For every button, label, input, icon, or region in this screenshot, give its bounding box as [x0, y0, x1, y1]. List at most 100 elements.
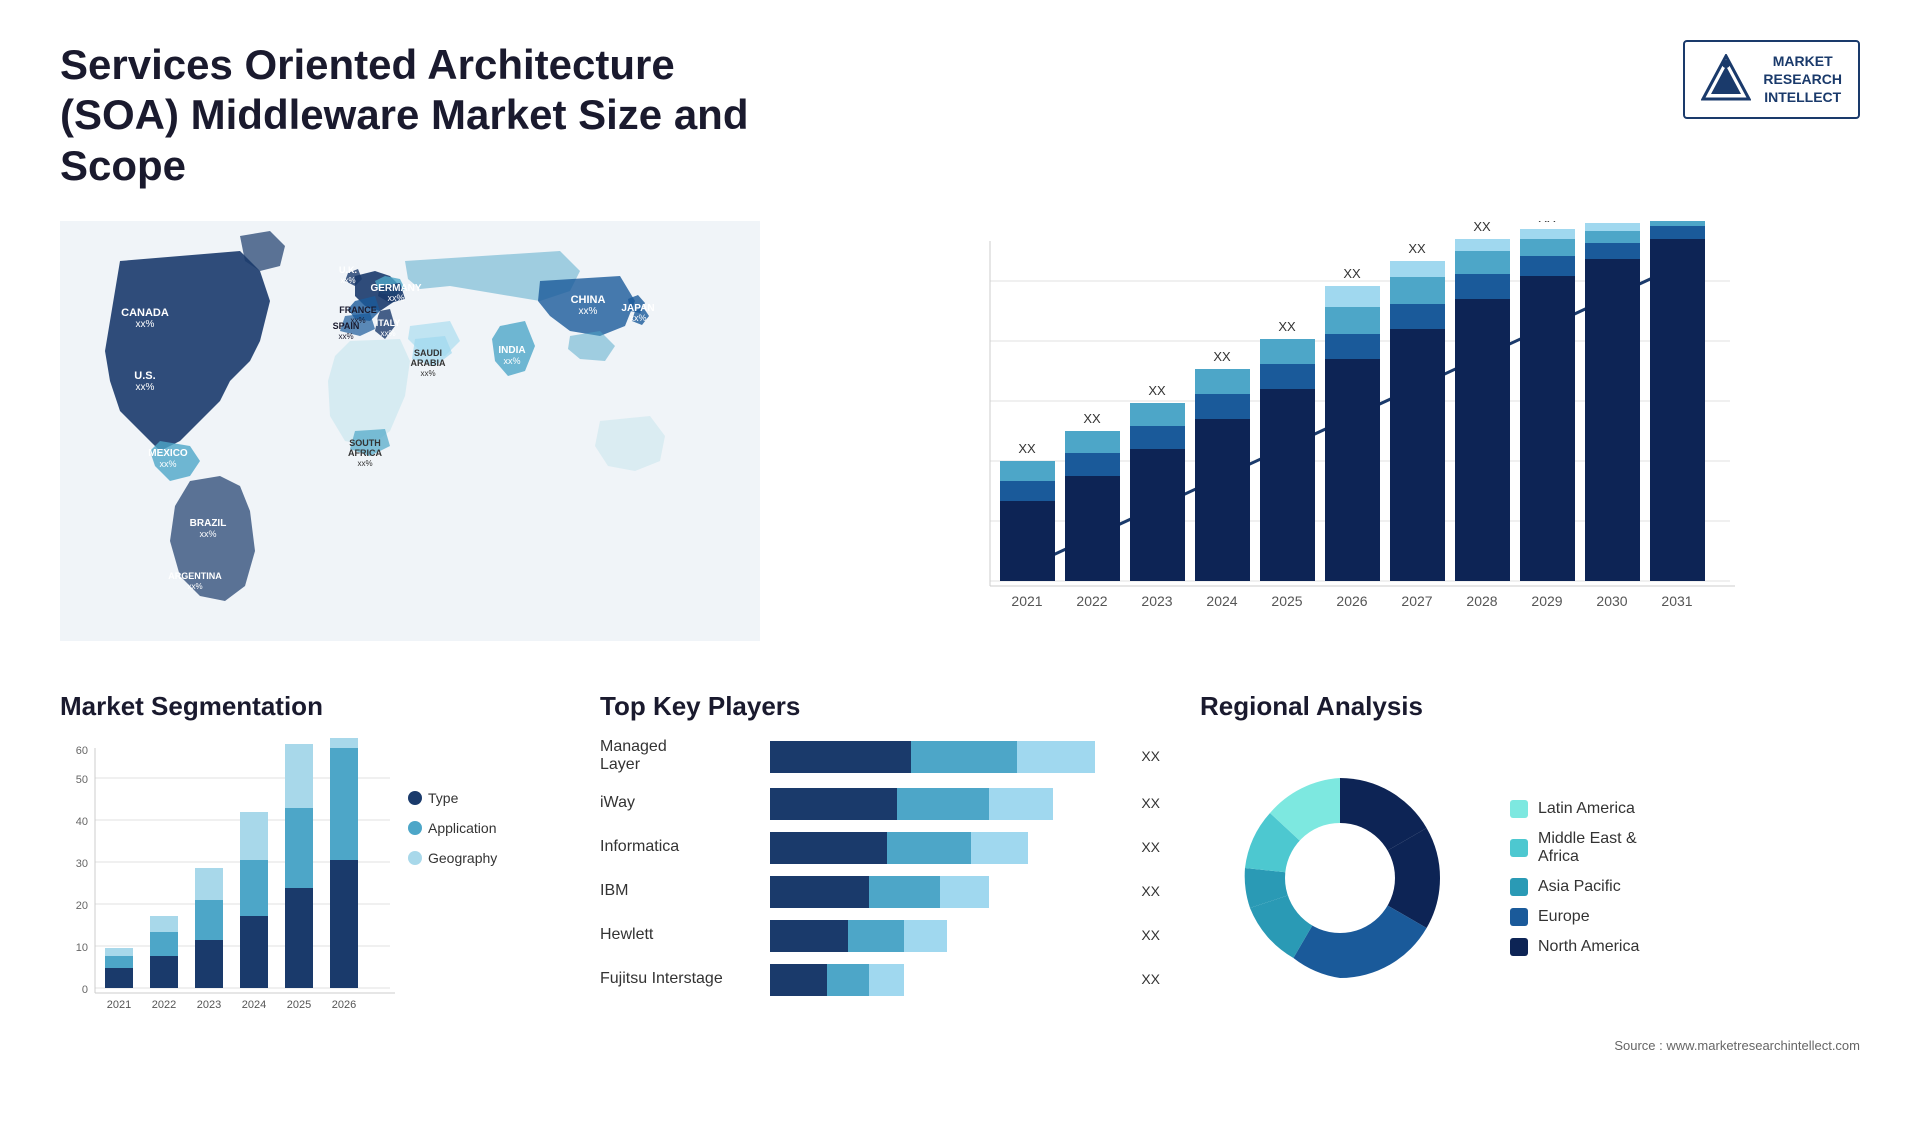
svg-text:U.K.: U.K.: [339, 265, 357, 275]
player-row: Hewlett XX: [600, 920, 1160, 950]
svg-text:AFRICA: AFRICA: [348, 448, 382, 458]
legend-color: [1510, 878, 1528, 896]
logo-text: MARKET RESEARCH INTELLECT: [1763, 52, 1842, 107]
legend-item-apac: Asia Pacific: [1510, 878, 1639, 896]
seg-chart-area: 0 10 20 30 40 50 60: [60, 738, 560, 1018]
bar-chart: XX 2021 XX 2022 XX 2023 XX 2024: [800, 221, 1860, 641]
map-svg: CANADA xx% U.S. xx% MEXICO xx% BRAZIL xx…: [60, 221, 760, 641]
svg-text:60: 60: [76, 745, 88, 757]
player-row: IBM XX: [600, 876, 1160, 906]
legend-item-na: North America: [1510, 938, 1639, 956]
legend-label: Europe: [1538, 908, 1590, 926]
regional: Regional Analysis: [1200, 691, 1860, 1053]
svg-text:CANADA: CANADA: [121, 307, 169, 319]
svg-text:2029: 2029: [1531, 593, 1562, 609]
svg-text:Geography: Geography: [428, 850, 497, 866]
svg-text:XX: XX: [1083, 411, 1101, 426]
legend-label: Middle East &Africa: [1538, 830, 1637, 866]
svg-text:2021: 2021: [107, 999, 131, 1011]
svg-text:xx%: xx%: [159, 459, 176, 469]
svg-text:XX: XX: [1473, 221, 1491, 234]
svg-text:xx%: xx%: [629, 313, 646, 323]
player-xx: XX: [1141, 839, 1160, 855]
svg-text:10: 10: [76, 942, 88, 954]
svg-text:SOUTH: SOUTH: [349, 438, 381, 448]
svg-text:2024: 2024: [242, 999, 266, 1011]
svg-text:XX: XX: [1278, 319, 1296, 334]
svg-text:xx%: xx%: [136, 382, 155, 393]
svg-text:xx%: xx%: [340, 276, 355, 285]
player-bar: [770, 876, 1123, 906]
player-bar: [770, 741, 1123, 771]
svg-text:xx%: xx%: [357, 459, 372, 468]
logo-icon: [1701, 54, 1751, 104]
svg-text:2025: 2025: [287, 999, 311, 1011]
logo: MARKET RESEARCH INTELLECT: [1683, 40, 1860, 119]
svg-text:XX: XX: [1018, 441, 1036, 456]
legend-color: [1510, 938, 1528, 956]
svg-text:CHINA: CHINA: [571, 294, 606, 306]
legend-item-mea: Middle East &Africa: [1510, 830, 1639, 866]
legend-color: [1510, 800, 1528, 818]
svg-text:xx%: xx%: [187, 582, 202, 591]
svg-text:xx%: xx%: [503, 356, 520, 366]
svg-text:2027: 2027: [1401, 593, 1432, 609]
legend-color: [1510, 908, 1528, 926]
svg-text:xx%: xx%: [579, 306, 598, 317]
player-xx: XX: [1141, 795, 1160, 811]
bottom-section: Market Segmentation 0 10 20 30 40 50 60: [60, 691, 1860, 1053]
player-row: iWay XX: [600, 788, 1160, 818]
player-name: iWay: [600, 794, 760, 812]
svg-text:SAUDI: SAUDI: [414, 348, 442, 358]
player-xx: XX: [1141, 971, 1160, 987]
svg-text:ARABIA: ARABIA: [411, 358, 446, 368]
svg-text:xx%: xx%: [387, 293, 404, 303]
bar-chart-svg: XX 2021 XX 2022 XX 2023 XX 2024: [820, 221, 1860, 641]
svg-text:XX: XX: [1148, 383, 1166, 398]
legend-label: Latin America: [1538, 800, 1635, 818]
svg-text:U.S.: U.S.: [134, 370, 155, 382]
svg-text:XX: XX: [1408, 241, 1426, 256]
legend-item-latin: Latin America: [1510, 800, 1639, 818]
legend-label: North America: [1538, 938, 1639, 956]
svg-text:Type: Type: [428, 790, 459, 806]
player-row: ManagedLayer XX: [600, 738, 1160, 774]
player-xx: XX: [1141, 748, 1160, 764]
svg-text:0: 0: [82, 984, 88, 996]
svg-text:FRANCE: FRANCE: [339, 305, 377, 315]
svg-text:SPAIN: SPAIN: [333, 321, 360, 331]
players-title: Top Key Players: [600, 691, 1160, 722]
svg-text:INDIA: INDIA: [498, 345, 525, 356]
segmentation: Market Segmentation 0 10 20 30 40 50 60: [60, 691, 560, 1053]
svg-text:2024: 2024: [1206, 593, 1237, 609]
svg-text:2026: 2026: [332, 999, 356, 1011]
legend-label: Asia Pacific: [1538, 878, 1621, 896]
svg-text:2022: 2022: [152, 999, 176, 1011]
svg-text:XX: XX: [1343, 266, 1361, 281]
player-bar: [770, 788, 1123, 818]
player-name: IBM: [600, 882, 760, 900]
svg-text:50: 50: [76, 774, 88, 786]
svg-text:XX: XX: [1538, 221, 1556, 225]
player-name: ManagedLayer: [600, 738, 760, 774]
svg-text:2026: 2026: [1336, 593, 1367, 609]
svg-text:2028: 2028: [1466, 593, 1497, 609]
player-name: Fujitsu Interstage: [600, 970, 760, 988]
player-xx: XX: [1141, 927, 1160, 943]
donut-area: Latin America Middle East &Africa Asia P…: [1200, 738, 1860, 1018]
seg-chart-svg: 0 10 20 30 40 50 60: [60, 738, 540, 1018]
svg-text:XX: XX: [1213, 349, 1231, 364]
player-row: Fujitsu Interstage XX: [600, 964, 1160, 994]
svg-text:2025: 2025: [1271, 593, 1302, 609]
svg-text:ITALY: ITALY: [376, 318, 401, 328]
world-map: CANADA xx% U.S. xx% MEXICO xx% BRAZIL xx…: [60, 221, 760, 641]
svg-text:2022: 2022: [1076, 593, 1107, 609]
svg-text:ARGENTINA: ARGENTINA: [168, 571, 222, 581]
player-name: Hewlett: [600, 926, 760, 944]
svg-text:BRAZIL: BRAZIL: [190, 518, 227, 529]
svg-text:xx%: xx%: [338, 332, 353, 341]
regional-legend: Latin America Middle East &Africa Asia P…: [1510, 800, 1639, 956]
svg-text:2031: 2031: [1661, 593, 1692, 609]
svg-text:2021: 2021: [1011, 593, 1042, 609]
legend-color: [1510, 839, 1528, 857]
